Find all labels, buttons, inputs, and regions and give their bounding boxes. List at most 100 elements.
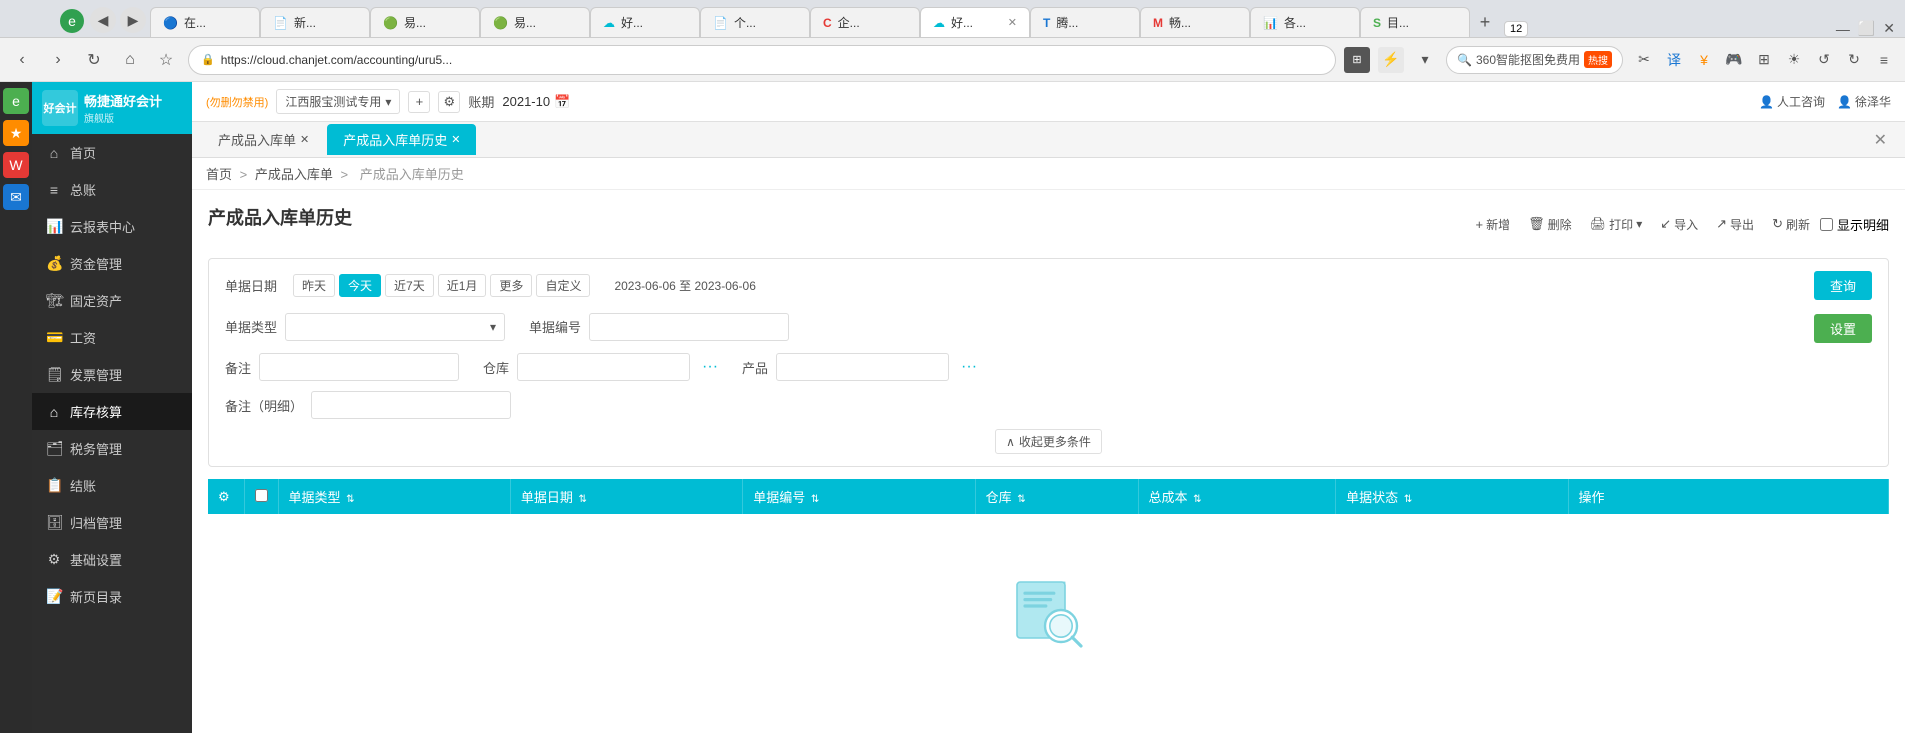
th-warehouse[interactable]: 仓库 ⇅	[975, 479, 1138, 514]
sidebar-item-inventory[interactable]: ⌂ 库存核算	[32, 393, 192, 430]
game-icon[interactable]: 🎮	[1721, 47, 1747, 73]
browser-tab-4[interactable]: 🟢 易...	[480, 7, 590, 37]
refresh-btn[interactable]: ↻ 刷新	[1764, 212, 1818, 237]
browser-tab-3[interactable]: 🟢 易...	[370, 7, 480, 37]
browser-tab-9[interactable]: T 腾...	[1030, 7, 1140, 37]
add-company-button[interactable]: +	[408, 91, 430, 113]
sidebar-item-cloud-report[interactable]: 📊 云报表中心	[32, 208, 192, 245]
maximize-icon[interactable]: ⬜	[1858, 20, 1875, 37]
th-number[interactable]: 单据编号 ⇅	[743, 479, 975, 514]
sidebar-item-home[interactable]: ⌂ 首页	[32, 134, 192, 171]
last1month-btn[interactable]: 近1月	[438, 274, 487, 297]
chevron-down-icon[interactable]: ▾	[1412, 47, 1438, 73]
warehouse-input[interactable]	[517, 353, 690, 381]
breadcrumb-list[interactable]: 产成品入库单	[255, 167, 333, 182]
show-detail-checkbox[interactable]	[1820, 218, 1833, 231]
th-total-cost[interactable]: 总成本 ⇅	[1138, 479, 1336, 514]
tab-nav-forward[interactable]: ▶	[120, 7, 146, 33]
sidebar-item-tax[interactable]: 🗂 税务管理	[32, 430, 192, 467]
calendar-icon[interactable]: 📅	[554, 94, 570, 110]
content-tab-list[interactable]: 产成品入库单 ✕	[202, 124, 325, 155]
th-date[interactable]: 单据日期 ⇅	[510, 479, 742, 514]
grid2-icon[interactable]: ⊞	[1751, 47, 1777, 73]
undo-icon[interactable]: ↺	[1811, 47, 1837, 73]
panel-close-btn[interactable]: ✕	[1866, 130, 1895, 150]
browser-tab-1[interactable]: 🔵 在...	[150, 7, 260, 37]
lightning-icon[interactable]: ⚡	[1378, 47, 1404, 73]
browser-tab-10[interactable]: M 畅...	[1140, 7, 1250, 37]
tab-8-close[interactable]: ✕	[1008, 16, 1017, 29]
sidebar-item-new-entry[interactable]: 📝 新页目录	[32, 578, 192, 615]
query-button[interactable]: 查询	[1814, 271, 1872, 300]
address-input[interactable]: 🔒 https://cloud.chanjet.com/accounting/u…	[188, 45, 1336, 75]
today-btn[interactable]: 今天	[339, 274, 381, 297]
browser-tab-5[interactable]: ☁ 好...	[590, 7, 700, 37]
type-select[interactable]: ▾	[285, 313, 505, 341]
th-status[interactable]: 单据状态 ⇅	[1336, 479, 1568, 514]
yuan-icon[interactable]: ¥	[1691, 47, 1717, 73]
th-checkbox[interactable]	[244, 479, 278, 514]
setting-button[interactable]: 设置	[1814, 314, 1872, 343]
yesterday-btn[interactable]: 昨天	[293, 274, 335, 297]
redo-icon[interactable]: ↻	[1841, 47, 1867, 73]
number-input[interactable]	[589, 313, 789, 341]
print-btn[interactable]: 🖨 打印 ▾	[1582, 212, 1651, 237]
search-box[interactable]: 🔍 360智能抠图免费用 热搜	[1446, 46, 1623, 74]
translate-icon[interactable]: 译	[1661, 47, 1687, 73]
sidebar-item-invoice[interactable]: 🗒 发票管理	[32, 356, 192, 393]
minimize-icon[interactable]: —	[1836, 21, 1850, 37]
refresh-button[interactable]: ↻	[80, 46, 108, 74]
rail-icon-star[interactable]: ★	[3, 120, 29, 146]
breadcrumb-home[interactable]: 首页	[206, 167, 232, 182]
menu-icon[interactable]: ≡	[1871, 47, 1897, 73]
product-dots[interactable]: ···	[961, 358, 977, 376]
rail-icon-mail[interactable]: ✉	[3, 184, 29, 210]
tab-history-close[interactable]: ✕	[451, 133, 460, 146]
remark-detail-input[interactable]	[311, 391, 511, 419]
browser-tab-2[interactable]: 📄 新...	[260, 7, 370, 37]
collapse-button[interactable]: ∧ 收起更多条件	[995, 429, 1102, 454]
tab-nav-back[interactable]: ◀	[90, 7, 116, 33]
sun-icon[interactable]: ☀	[1781, 47, 1807, 73]
tab-list-close[interactable]: ✕	[300, 133, 309, 146]
custom-btn[interactable]: 自定义	[536, 274, 590, 297]
th-gear[interactable]: ⚙	[208, 479, 244, 514]
grid-icon[interactable]: ⊞	[1344, 47, 1370, 73]
import-btn[interactable]: ↙ 导入	[1652, 212, 1706, 237]
sidebar-item-ledger[interactable]: ≡ 总账	[32, 171, 192, 208]
forward-button[interactable]: ›	[44, 46, 72, 74]
browser-tab-11[interactable]: 📊 各...	[1250, 7, 1360, 37]
browser-tab-6[interactable]: 📄 个...	[700, 7, 810, 37]
sidebar-item-archive[interactable]: 🗄 归档管理	[32, 504, 192, 541]
rail-icon-home[interactable]: e	[3, 88, 29, 114]
more-btn[interactable]: 更多	[490, 274, 532, 297]
back-button[interactable]: ‹	[8, 46, 36, 74]
select-all-checkbox[interactable]	[255, 489, 268, 502]
company-select[interactable]: 江西服宝测试专用 ▾	[276, 89, 400, 114]
user-name-btn[interactable]: 👤 徐泽华	[1837, 93, 1891, 110]
warehouse-dots[interactable]: ···	[702, 358, 718, 376]
user-service-btn[interactable]: 👤 人工咨询	[1759, 93, 1825, 110]
browser-tab-12[interactable]: S 目...	[1360, 7, 1470, 37]
remark-input[interactable]	[259, 353, 459, 381]
sidebar-item-settlement[interactable]: 📋 结账	[32, 467, 192, 504]
delete-btn[interactable]: 🗑 删除	[1520, 212, 1580, 237]
rail-icon-weibo[interactable]: W	[3, 152, 29, 178]
new-btn[interactable]: + 新增	[1468, 212, 1519, 237]
sidebar-item-basic-settings[interactable]: ⚙ 基础设置	[32, 541, 192, 578]
new-tab-button[interactable]: +	[1470, 7, 1500, 37]
last7days-btn[interactable]: 近7天	[385, 274, 434, 297]
sidebar-item-cash[interactable]: 💰 资金管理	[32, 245, 192, 282]
content-tab-history[interactable]: 产成品入库单历史 ✕	[327, 124, 476, 155]
scissors-icon[interactable]: ✂	[1631, 47, 1657, 73]
product-input[interactable]	[776, 353, 949, 381]
th-type[interactable]: 单据类型 ⇅	[278, 479, 510, 514]
browser-tab-7[interactable]: C 企...	[810, 7, 920, 37]
export-btn[interactable]: ↗ 导出	[1708, 212, 1762, 237]
bookmark-button[interactable]: ☆	[152, 46, 180, 74]
home-button[interactable]: ⌂	[116, 46, 144, 74]
close-window-icon[interactable]: ✕	[1883, 20, 1895, 37]
browser-tab-8[interactable]: ☁ 好... ✕	[920, 7, 1030, 37]
sidebar-item-salary[interactable]: 💳 工资	[32, 319, 192, 356]
sidebar-header[interactable]: 好会计 畅捷通好会计 旗舰版	[32, 82, 192, 134]
